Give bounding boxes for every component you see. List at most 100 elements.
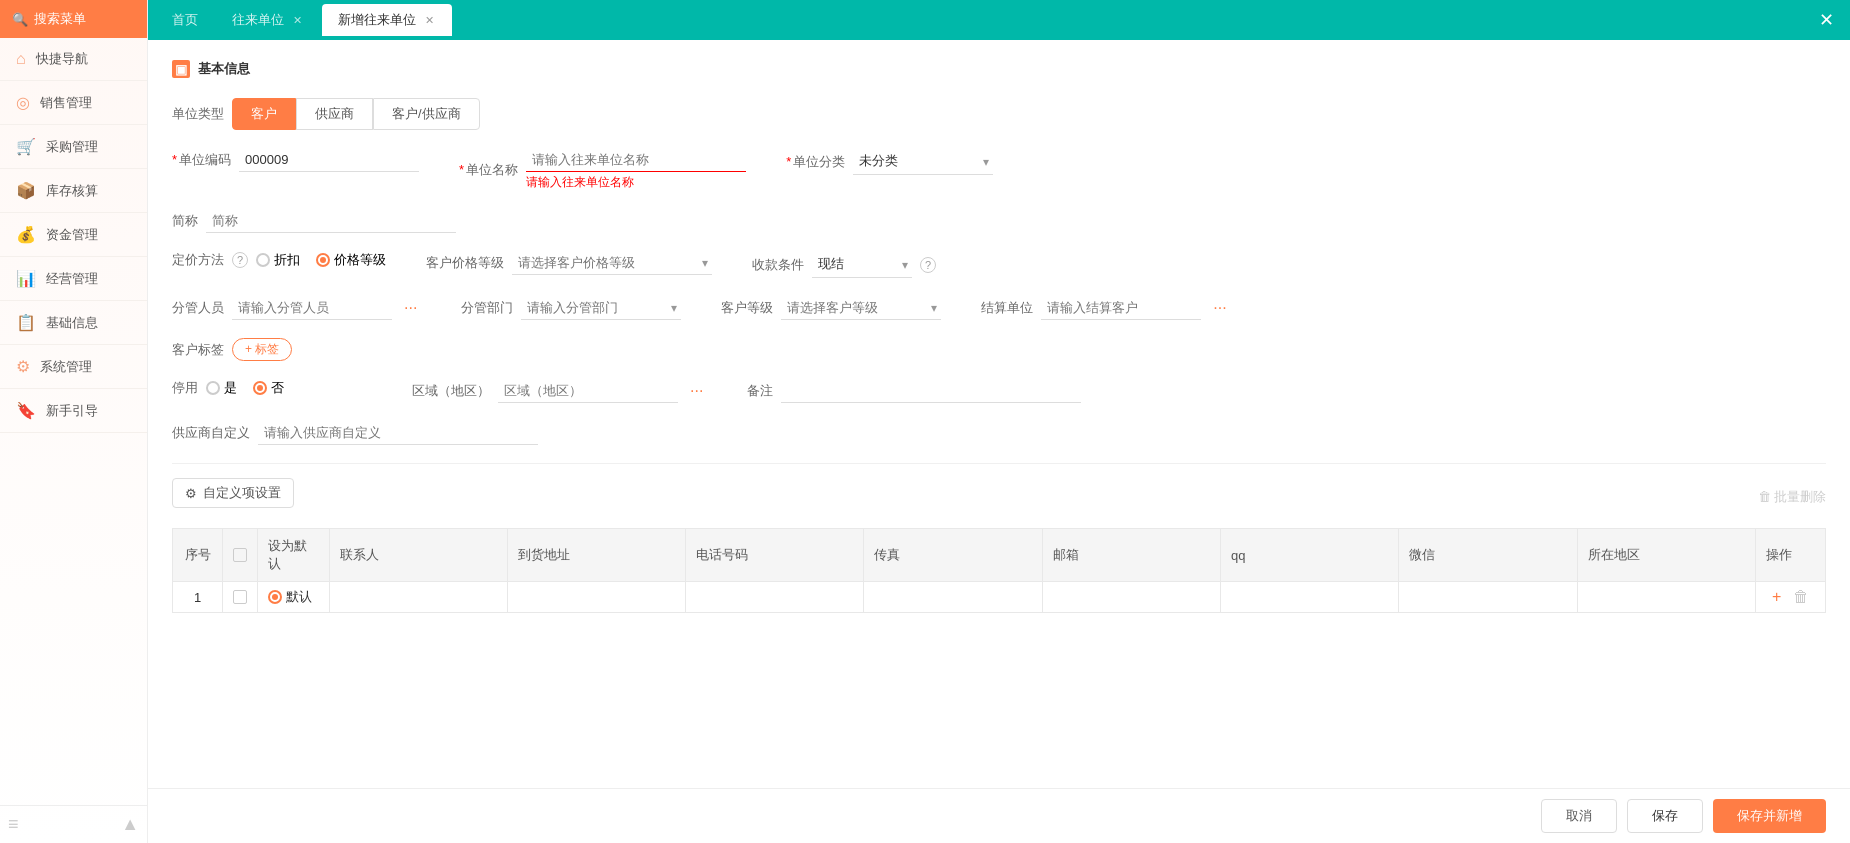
pricing-option-discount[interactable]: 折扣 [256, 251, 300, 269]
col-action: 操作 [1756, 529, 1826, 582]
cell-region[interactable] [1577, 582, 1755, 613]
short-name-input[interactable] [206, 209, 456, 233]
customer-tag-row: 客户标签 + 标签 [172, 338, 1826, 361]
sidebar-item-sales[interactable]: ◎ 销售管理 [0, 81, 147, 125]
sidebar-item-guide[interactable]: 🔖 新手引导 [0, 389, 147, 433]
pricing-discount-radio[interactable] [256, 253, 270, 267]
sidebar-expand-icon[interactable]: ▲ [121, 814, 139, 835]
add-tag-button[interactable]: + 标签 [232, 338, 292, 361]
disabled-no[interactable]: 否 [253, 379, 284, 397]
tab-bar-close-icon[interactable]: ✕ [1811, 5, 1842, 35]
pricing-help-icon[interactable]: ? [232, 252, 248, 268]
sidebar-item-label: 新手引导 [46, 402, 98, 420]
default-radio[interactable] [268, 590, 282, 604]
cell-phone[interactable] [686, 582, 864, 613]
inventory-icon: 📦 [16, 181, 36, 200]
tab-new-partner[interactable]: 新增往来单位 ✕ [322, 4, 452, 36]
manager-field: 分管人员 ··· [172, 296, 421, 320]
supplier-custom-input[interactable] [258, 421, 538, 445]
sidebar-item-label: 采购管理 [46, 138, 98, 156]
customer-level-input[interactable] [781, 296, 941, 320]
row-checkbox[interactable] [233, 590, 247, 604]
address-input[interactable] [518, 590, 675, 605]
sidebar-item-operations[interactable]: 📊 经营管理 [0, 257, 147, 301]
cancel-button[interactable]: 取消 [1541, 799, 1617, 833]
customer-price-level-input[interactable] [512, 251, 712, 275]
disabled-yes-radio[interactable] [206, 381, 220, 395]
wechat-input[interactable] [1409, 590, 1566, 605]
sidebar-item-base-info[interactable]: 📋 基础信息 [0, 301, 147, 345]
department-select[interactable]: ▾ [521, 296, 681, 320]
region-more-btn[interactable]: ··· [686, 382, 707, 400]
tab-new-partner-close[interactable]: ✕ [422, 13, 436, 27]
department-input[interactable] [521, 296, 681, 320]
custom-settings-button[interactable]: ⚙ 自定义项设置 [172, 478, 294, 508]
unit-code-label: *单位编码 [172, 151, 231, 169]
customer-level-field: 客户等级 ▾ [721, 296, 941, 320]
quick-nav-icon: ⌂ [16, 50, 26, 68]
cell-check[interactable] [223, 582, 258, 613]
sidebar-item-quick-nav[interactable]: ⌂ 快捷导航 [0, 38, 147, 81]
remark-input[interactable] [781, 379, 1081, 403]
save-button[interactable]: 保存 [1627, 799, 1703, 833]
sidebar-item-finance[interactable]: 💰 资金管理 [0, 213, 147, 257]
sidebar-collapse-icon[interactable]: ≡ [8, 814, 19, 835]
pricing-option-level[interactable]: 价格等级 [316, 251, 386, 269]
tab-home[interactable]: 首页 [156, 4, 214, 36]
tab-partners-close[interactable]: ✕ [290, 13, 304, 27]
cell-fax[interactable] [864, 582, 1042, 613]
settlement-more-btn[interactable]: ··· [1209, 299, 1230, 317]
base-info-icon: 📋 [16, 313, 36, 332]
remark-label: 备注 [747, 382, 773, 400]
main-area: 首页 往来单位 ✕ 新增往来单位 ✕ ✕ ▣ 基本信息 单位类型 客户 [148, 0, 1850, 843]
qq-input[interactable] [1231, 590, 1388, 605]
department-label: 分管部门 [461, 299, 513, 317]
unit-name-input[interactable] [526, 148, 746, 172]
sidebar-bottom: ≡ ▲ [0, 805, 147, 843]
customer-price-level-label: 客户价格等级 [426, 254, 504, 272]
divider [172, 463, 1826, 464]
customer-level-select[interactable]: ▾ [781, 296, 941, 320]
purchase-icon: 🛒 [16, 137, 36, 156]
manager-input[interactable] [232, 296, 392, 320]
sales-icon: ◎ [16, 93, 30, 112]
payment-help-icon[interactable]: ? [920, 257, 936, 273]
sidebar-item-purchase[interactable]: 🛒 采购管理 [0, 125, 147, 169]
settlement-unit-input[interactable] [1041, 296, 1201, 320]
disabled-yes[interactable]: 是 [206, 379, 237, 397]
fax-input[interactable] [874, 590, 1031, 605]
region-input[interactable] [498, 379, 678, 403]
payment-terms-select[interactable]: 现结 ▾ [812, 251, 912, 278]
sidebar-item-inventory[interactable]: 📦 库存核算 [0, 169, 147, 213]
unit-code-input[interactable] [239, 148, 419, 172]
manager-more-btn[interactable]: ··· [400, 299, 421, 317]
type-btn-customer[interactable]: 客户 [232, 98, 296, 130]
type-btn-both[interactable]: 客户/供应商 [373, 98, 480, 130]
type-btn-supplier[interactable]: 供应商 [296, 98, 373, 130]
header-checkbox[interactable] [233, 548, 247, 562]
cell-qq[interactable] [1220, 582, 1398, 613]
cell-wechat[interactable] [1399, 582, 1577, 613]
batch-delete-area[interactable]: 🗑 批量删除 [1758, 488, 1826, 506]
email-input[interactable] [1053, 590, 1210, 605]
cell-email[interactable] [1042, 582, 1220, 613]
section-title: ▣ 基本信息 [172, 60, 1826, 78]
unit-category-select-wrapper[interactable]: 未分类 ▾ [853, 148, 993, 175]
pricing-level-radio[interactable] [316, 253, 330, 267]
contact-input[interactable] [340, 590, 497, 605]
tab-partners[interactable]: 往来单位 ✕ [216, 4, 320, 36]
phone-input[interactable] [696, 590, 853, 605]
cell-contact[interactable] [329, 582, 507, 613]
region-field: 区域（地区） ··· [412, 379, 707, 403]
row-region-input[interactable] [1588, 590, 1745, 605]
customer-price-level-field: 客户价格等级 ▾ [426, 251, 712, 275]
col-email: 邮箱 [1042, 529, 1220, 582]
save-new-button[interactable]: 保存并新增 [1713, 799, 1826, 833]
add-row-button[interactable]: + [1768, 588, 1785, 606]
customer-price-level-select[interactable]: ▾ [512, 251, 712, 275]
delete-row-button[interactable]: 🗑 [1789, 588, 1813, 606]
cell-address[interactable] [507, 582, 685, 613]
disabled-no-radio[interactable] [253, 381, 267, 395]
sidebar-search[interactable]: 🔍 搜索菜单 [0, 0, 147, 38]
sidebar-item-system[interactable]: ⚙ 系统管理 [0, 345, 147, 389]
